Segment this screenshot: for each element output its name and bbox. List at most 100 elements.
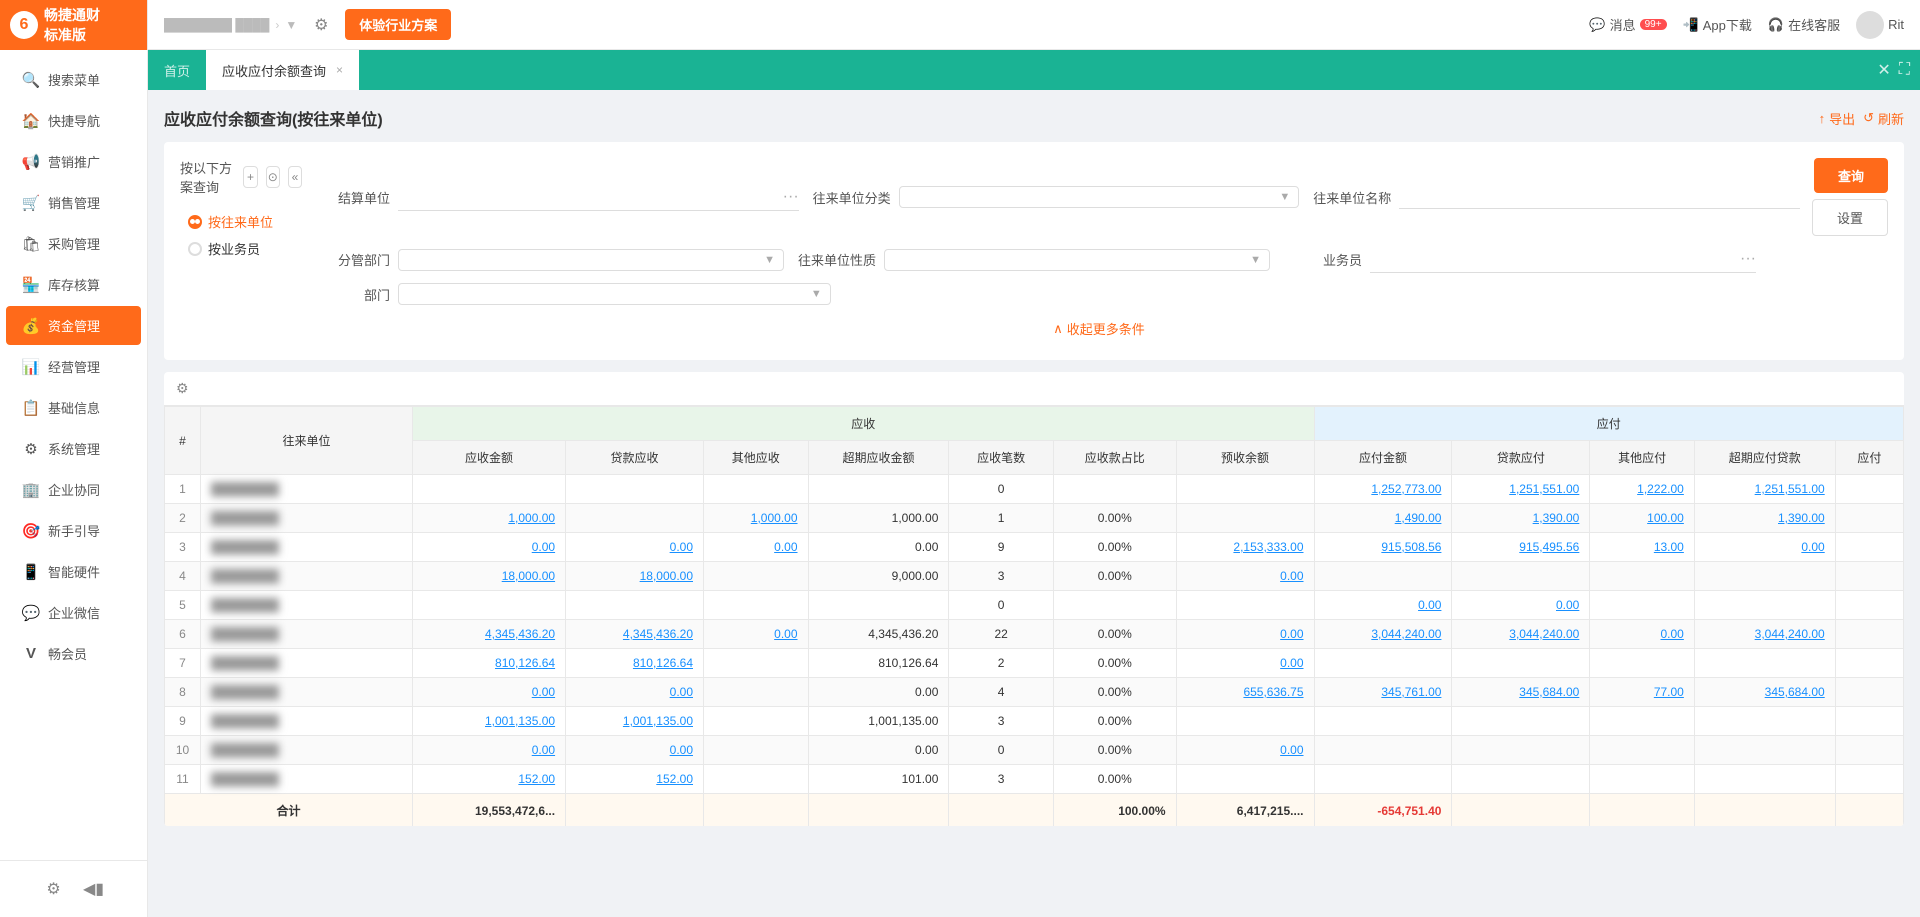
query-button[interactable]: 查询: [1814, 158, 1888, 193]
cell-loan-ar[interactable]: 4,345,436.20: [566, 620, 704, 649]
setting-button[interactable]: 设置: [1812, 199, 1888, 236]
customer-name-input[interactable]: [1399, 185, 1800, 209]
message-button[interactable]: 💬 消息 99+: [1589, 15, 1666, 34]
sidebar-item-system[interactable]: ⚙ 系统管理: [6, 429, 141, 468]
customer-name-text[interactable]: [1399, 189, 1800, 204]
table-settings-icon[interactable]: ⚙: [176, 380, 189, 397]
cell-ar-amount[interactable]: 0.00: [413, 736, 566, 765]
cell-prepay-balance[interactable]: 0.00: [1176, 620, 1314, 649]
cell-ap-amount[interactable]: 3,044,240.00: [1314, 620, 1452, 649]
cell-loan-ap[interactable]: 3,044,240.00: [1452, 620, 1590, 649]
cell-prepay-balance[interactable]: 0.00: [1176, 562, 1314, 591]
cell-loan-ap[interactable]: 1,390.00: [1452, 504, 1590, 533]
cell-loan-ap[interactable]: 1,251,551.00: [1452, 475, 1590, 504]
cell-prepay-balance[interactable]: 655,636.75: [1176, 678, 1314, 707]
cell-loan-ar[interactable]: 0.00: [566, 533, 704, 562]
sidebar-item-marketing[interactable]: 📢 营销推广: [6, 142, 141, 181]
tab-home[interactable]: 首页: [148, 50, 206, 90]
online-service-button[interactable]: 🎧 在线客服: [1768, 15, 1840, 34]
sidebar-item-enterprise[interactable]: 🏢 企业协同: [6, 470, 141, 509]
sidebar-item-operations[interactable]: 📊 经营管理: [6, 347, 141, 386]
cell-ap-amount[interactable]: 1,490.00: [1314, 504, 1452, 533]
footer-ar-amount[interactable]: 19,553,472,6...: [413, 794, 566, 827]
cell-ar-amount[interactable]: 0.00: [413, 533, 566, 562]
cell-other-ar[interactable]: 0.00: [704, 620, 809, 649]
cell-ap-amount[interactable]: 345,761.00: [1314, 678, 1452, 707]
cell-other-ap[interactable]: 77.00: [1590, 678, 1695, 707]
cell-ar-amount[interactable]: 0.00: [413, 678, 566, 707]
cell-ar-amount[interactable]: 152.00: [413, 765, 566, 794]
collapse-button[interactable]: ∧ 收起更多条件: [1053, 313, 1145, 344]
add-scheme-button[interactable]: +: [243, 166, 257, 188]
dept-charge-dropdown[interactable]: ▼: [398, 249, 784, 271]
customer-nature-dropdown[interactable]: ▼: [884, 249, 1270, 271]
cell-loan-ar[interactable]: 810,126.64: [566, 649, 704, 678]
cell-loan-ar[interactable]: 1,001,135.00: [566, 707, 704, 736]
tab-ar-ap-query[interactable]: 应收应付余额查询 ×: [206, 50, 359, 90]
settlement-unit-dots[interactable]: ···: [783, 188, 799, 206]
cell-other-ap[interactable]: 13.00: [1590, 533, 1695, 562]
sidebar-item-newbie[interactable]: 🎯 新手引导: [6, 511, 141, 550]
user-avatar-area[interactable]: Rit: [1856, 11, 1904, 39]
cell-overdue-ap[interactable]: 0.00: [1694, 533, 1835, 562]
cell-loan-ap[interactable]: 915,495.56: [1452, 533, 1590, 562]
close-window-icon[interactable]: ✕: [1877, 60, 1890, 80]
cell-prepay-balance[interactable]: 0.00: [1176, 736, 1314, 765]
table-scroll[interactable]: # 往来单位 应收 应付 应收金额 贷款应收 其他应收 超期应收金额 应收笔数 …: [164, 406, 1904, 826]
cell-other-ap[interactable]: 100.00: [1590, 504, 1695, 533]
cell-loan-ar[interactable]: 0.00: [566, 736, 704, 765]
app-download-button[interactable]: 📲 App下载: [1683, 15, 1752, 34]
sidebar-item-basic-info[interactable]: 📋 基础信息: [6, 388, 141, 427]
sidebar-item-wechat[interactable]: 💬 企业微信: [6, 593, 141, 632]
cell-other-ar[interactable]: 1,000.00: [704, 504, 809, 533]
breadcrumb-dropdown[interactable]: ▼: [285, 18, 297, 32]
scheme-settings-icon[interactable]: ⊙: [266, 166, 280, 188]
cell-loan-ar[interactable]: 152.00: [566, 765, 704, 794]
cell-ap-amount[interactable]: 0.00: [1314, 591, 1452, 620]
cell-ar-amount[interactable]: 4,345,436.20: [413, 620, 566, 649]
dept-dropdown[interactable]: ▼: [398, 283, 831, 305]
sidebar-item-smart-hw[interactable]: 📱 智能硬件: [6, 552, 141, 591]
sidebar-item-search-menu[interactable]: 🔍 搜索菜单: [6, 60, 141, 99]
settlement-unit-input[interactable]: ···: [398, 184, 799, 211]
sidebar-item-quick-nav[interactable]: 🏠 快捷导航: [6, 101, 141, 140]
gear-button[interactable]: ⚙: [307, 11, 335, 39]
customer-category-dropdown[interactable]: ▼: [899, 186, 1300, 208]
export-button[interactable]: ↑ 导出: [1819, 109, 1856, 128]
cell-prepay-balance[interactable]: 0.00: [1176, 649, 1314, 678]
tab-close-icon[interactable]: ×: [336, 63, 343, 77]
sidebar-item-purchase[interactable]: 🛍 采购管理: [6, 224, 141, 263]
cell-overdue-ap[interactable]: 3,044,240.00: [1694, 620, 1835, 649]
cell-ap-amount[interactable]: 1,252,773.00: [1314, 475, 1452, 504]
cell-overdue-ap[interactable]: 1,251,551.00: [1694, 475, 1835, 504]
sidebar-collapse-button[interactable]: ◀▮: [76, 871, 112, 907]
cell-overdue-ap[interactable]: 1,390.00: [1694, 504, 1835, 533]
cell-ar-amount[interactable]: 1,001,135.00: [413, 707, 566, 736]
cell-overdue-ap[interactable]: 345,684.00: [1694, 678, 1835, 707]
salesman-dots[interactable]: ···: [1740, 250, 1756, 268]
cell-loan-ar[interactable]: 18,000.00: [566, 562, 704, 591]
sidebar-item-capital[interactable]: 💰 资金管理: [6, 306, 141, 345]
search-option-by-salesman[interactable]: 按业务员: [180, 235, 302, 262]
scheme-collapse-icon[interactable]: «: [288, 166, 302, 188]
sidebar-item-inventory[interactable]: 🏪 库存核算: [6, 265, 141, 304]
salesman-text[interactable]: [1370, 252, 1740, 267]
sidebar-item-sales[interactable]: 🛒 销售管理: [6, 183, 141, 222]
cell-ar-amount[interactable]: 18,000.00: [413, 562, 566, 591]
cell-loan-ap[interactable]: 0.00: [1452, 591, 1590, 620]
trial-button[interactable]: 体验行业方案: [345, 9, 451, 40]
salesman-input[interactable]: ···: [1370, 246, 1756, 273]
cell-other-ap[interactable]: 1,222.00: [1590, 475, 1695, 504]
sidebar-settings-button[interactable]: ⚙: [36, 871, 72, 907]
cell-other-ap[interactable]: 0.00: [1590, 620, 1695, 649]
cell-loan-ap[interactable]: 345,684.00: [1452, 678, 1590, 707]
cell-loan-ar[interactable]: 0.00: [566, 678, 704, 707]
settlement-unit-text[interactable]: [398, 189, 783, 204]
sidebar-item-vip[interactable]: V 畅会员: [6, 634, 141, 673]
cell-other-ar[interactable]: 0.00: [704, 533, 809, 562]
refresh-button[interactable]: ↺ 刷新: [1863, 109, 1904, 128]
cell-ap-amount[interactable]: 915,508.56: [1314, 533, 1452, 562]
footer-prepay-balance[interactable]: 6,417,215....: [1176, 794, 1314, 827]
cell-prepay-balance[interactable]: 2,153,333.00: [1176, 533, 1314, 562]
cell-ar-amount[interactable]: 1,000.00: [413, 504, 566, 533]
